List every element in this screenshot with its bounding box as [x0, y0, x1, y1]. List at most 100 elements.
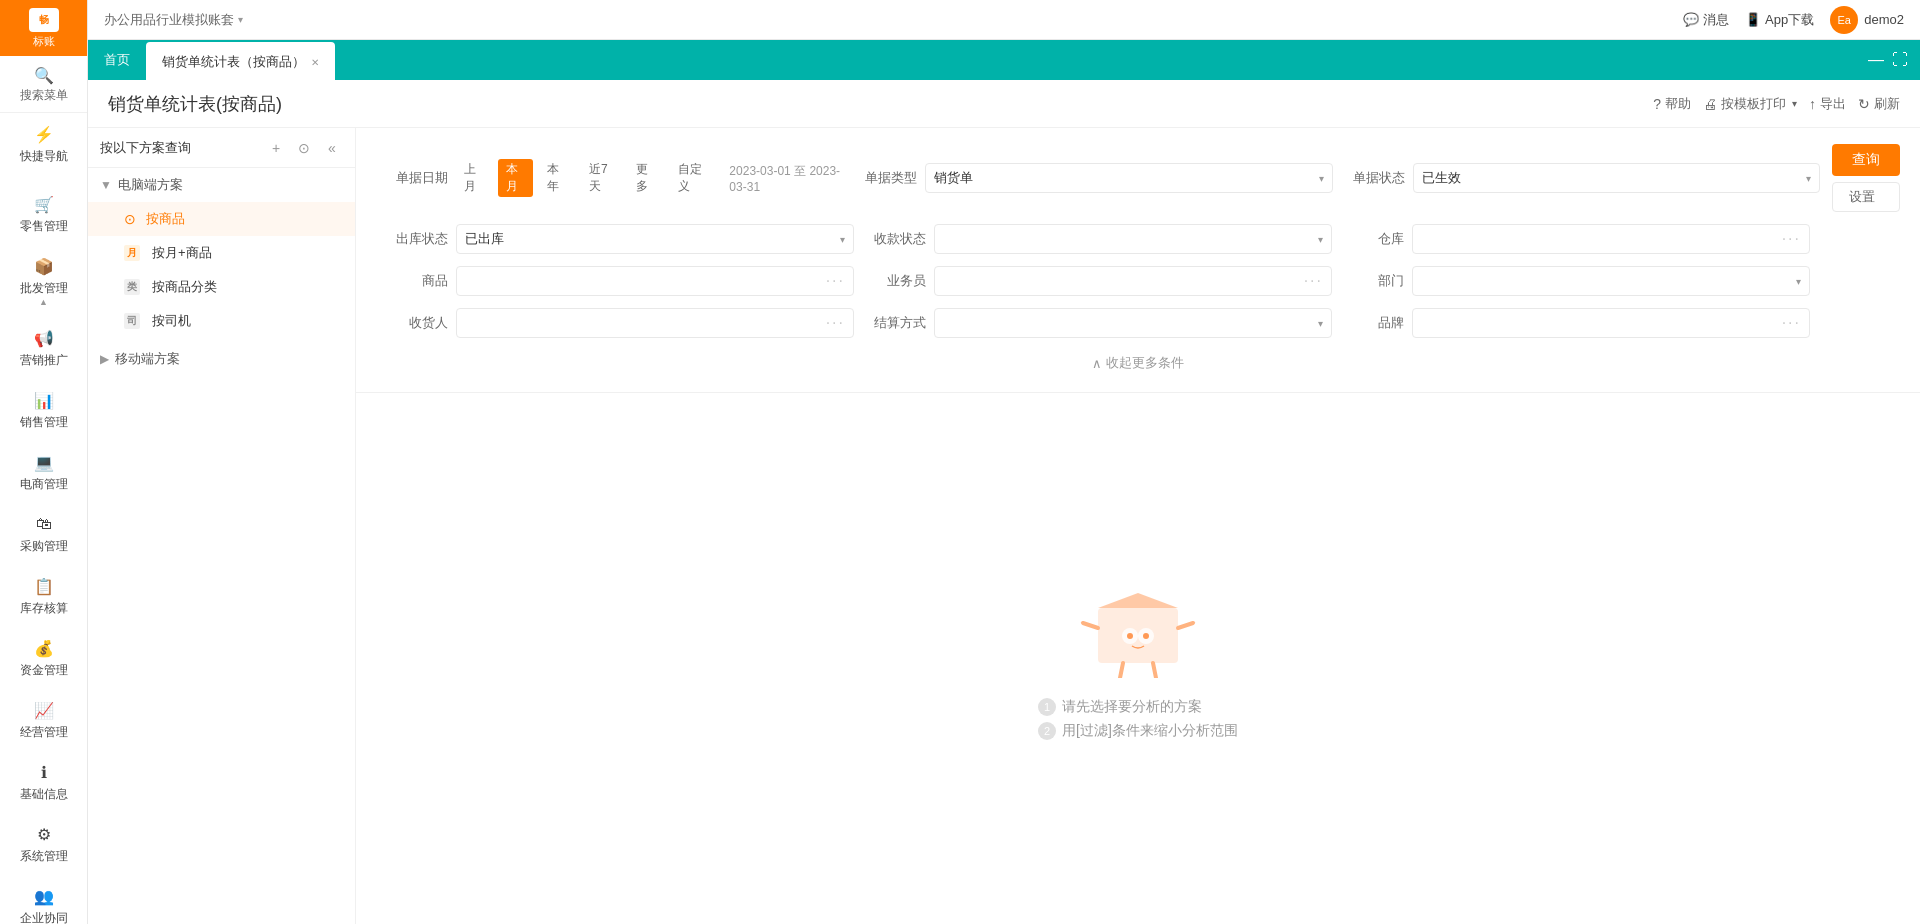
- sidebar-item-marketing[interactable]: 📢 营销推广: [0, 317, 87, 379]
- sidebar-item-label: 库存核算: [20, 600, 68, 617]
- salesperson-select[interactable]: ···: [934, 266, 1332, 296]
- sidebar-item-quick-nav[interactable]: ⚡ 快捷导航: [0, 113, 87, 175]
- date-tab-more[interactable]: 更多: [628, 159, 664, 197]
- tab-close-button[interactable]: ✕: [311, 57, 319, 68]
- print-button[interactable]: 🖨 按模板打印 ▾: [1703, 95, 1797, 113]
- filter-area: 单据日期 上月 本月 本年 近7天 更多 自定义 2023-03-01 至 20…: [356, 128, 1920, 393]
- out-status-label: 出库状态: [376, 230, 456, 248]
- date-tab-custom[interactable]: 自定义: [670, 159, 716, 197]
- receiver-dots: ···: [826, 314, 845, 332]
- sidebar-search-section[interactable]: 🔍 搜索菜单: [0, 56, 87, 113]
- collapse-button[interactable]: ∧ 收起更多条件: [1092, 354, 1184, 372]
- tree-group-mobile[interactable]: ▶ 移动端方案: [88, 342, 355, 376]
- action-buttons: 查询 设置: [1832, 144, 1900, 212]
- query-button[interactable]: 查询: [1832, 144, 1900, 176]
- sidebar-item-corp[interactable]: 👥 企业协同: [0, 875, 87, 924]
- receive-status-label: 收款状态: [854, 230, 934, 248]
- svg-point-4: [1143, 633, 1149, 639]
- sidebar-item-wholesale[interactable]: 📦 批发管理 ▲: [0, 245, 87, 317]
- tree-child-icon-category: 类: [124, 279, 140, 295]
- minimize-button[interactable]: —: [1868, 51, 1884, 69]
- app-selector-chevron: ▾: [238, 14, 243, 25]
- export-button[interactable]: ↑ 导出: [1809, 95, 1846, 113]
- ecommerce-icon: 💻: [33, 451, 55, 473]
- doc-status-chevron: ▾: [1806, 173, 1811, 184]
- sidebar-item-sales[interactable]: 📊 销售管理: [0, 379, 87, 441]
- tree-item-label: 按商品: [146, 210, 185, 228]
- date-tab-last-month[interactable]: 上月: [456, 159, 492, 197]
- tree-child-icon-printer: 司: [124, 313, 140, 329]
- product-select[interactable]: ···: [456, 266, 854, 296]
- brand-select[interactable]: ···: [1412, 308, 1810, 338]
- sidebar-item-system[interactable]: ⚙ 系统管理: [0, 813, 87, 875]
- sidebar-item-label: 零售管理: [20, 218, 68, 235]
- date-range-display: 2023-03-01 至 2023-03-31: [729, 163, 845, 194]
- app-download-button[interactable]: 📱 App下载: [1745, 11, 1814, 29]
- sidebar-item-retail[interactable]: 🛒 零售管理: [0, 183, 87, 245]
- empty-text: 1 请先选择要分析的方案 2 用[过滤]条件来缩小分析范围: [1038, 698, 1238, 740]
- tree-item-by-category[interactable]: 类 按商品分类: [88, 270, 355, 304]
- operation-icon: 📈: [33, 699, 55, 721]
- user-avatar: Ea: [1830, 6, 1858, 34]
- sidebar-item-operation[interactable]: 📈 经营管理: [0, 689, 87, 751]
- date-filter-label: 单据日期: [376, 169, 456, 187]
- doc-type-select[interactable]: 销货单 ▾: [925, 163, 1332, 193]
- sidebar-item-label: 批发管理: [20, 280, 68, 297]
- user-initials: Ea: [1838, 14, 1851, 26]
- maximize-button[interactable]: ⛶: [1892, 51, 1908, 69]
- payment-method-select[interactable]: ▾: [934, 308, 1332, 338]
- sidebar-item-label: 快捷导航: [20, 148, 68, 165]
- panel-header-label: 按以下方案查询: [100, 139, 191, 157]
- tree-item-by-month-product[interactable]: 月 按月+商品: [88, 236, 355, 270]
- date-tab-this-month[interactable]: 本月: [498, 159, 534, 197]
- brand-label: 品牌: [1332, 314, 1412, 332]
- message-icon: 💬: [1683, 12, 1699, 27]
- user-profile[interactable]: Ea demo2: [1830, 6, 1904, 34]
- sidebar-item-purchase[interactable]: 🛍 采购管理: [0, 503, 87, 565]
- empty-hint-2: 2 用[过滤]条件来缩小分析范围: [1038, 722, 1238, 740]
- brand-dots: ···: [1782, 314, 1801, 332]
- doc-type-value: 销货单: [934, 169, 973, 187]
- empty-illustration: [1078, 578, 1198, 678]
- receive-status-select[interactable]: ▾: [934, 224, 1332, 254]
- export-icon: ↑: [1809, 96, 1816, 112]
- collapse-panel-button[interactable]: «: [321, 137, 343, 159]
- sidebar-item-basic[interactable]: ℹ 基础信息: [0, 751, 87, 813]
- tab-report[interactable]: 销货单统计表（按商品） ✕: [146, 42, 335, 82]
- tree-item-by-printer[interactable]: 司 按司机: [88, 304, 355, 338]
- settings-button[interactable]: 设置: [1832, 182, 1900, 212]
- date-tab-last-7-days[interactable]: 近7天: [581, 159, 622, 197]
- svg-rect-0: [1098, 608, 1178, 663]
- receiver-select[interactable]: ···: [456, 308, 854, 338]
- tree-group-desktop[interactable]: ▼ 电脑端方案: [88, 168, 355, 202]
- help-button[interactable]: ? 帮助: [1653, 95, 1691, 113]
- tree-item-by-product[interactable]: ⊙ 按商品: [88, 202, 355, 236]
- top-header: 办公用品行业模拟账套 ▾ 💬 消息 📱 App下载 Ea demo2: [88, 0, 1920, 40]
- tab-home[interactable]: 首页: [88, 40, 146, 80]
- hint-number-1: 1: [1038, 698, 1056, 716]
- sidebar-item-label: 营销推广: [20, 352, 68, 369]
- sidebar-item-inventory[interactable]: 📋 库存核算: [0, 565, 87, 627]
- add-scheme-button[interactable]: +: [265, 137, 287, 159]
- payment-method-label: 结算方式: [854, 314, 934, 332]
- warehouse-select[interactable]: ···: [1412, 224, 1810, 254]
- app-download-icon: 📱: [1745, 12, 1761, 27]
- tab-home-label: 首页: [104, 51, 130, 69]
- sidebar-item-label: 系统管理: [20, 848, 68, 865]
- refresh-button[interactable]: ↻ 刷新: [1858, 95, 1900, 113]
- department-select[interactable]: ▾: [1412, 266, 1810, 296]
- sidebar-item-finance[interactable]: 💰 资金管理: [0, 627, 87, 689]
- date-tab-this-year[interactable]: 本年: [539, 159, 575, 197]
- settings-scheme-button[interactable]: ⊙: [293, 137, 315, 159]
- app-selector[interactable]: 办公用品行业模拟账套 ▾: [104, 11, 243, 29]
- doc-status-select[interactable]: 已生效 ▾: [1413, 163, 1820, 193]
- print-label: 按模板打印: [1721, 95, 1786, 113]
- sidebar-item-ecommerce[interactable]: 💻 电商管理: [0, 441, 87, 503]
- out-status-chevron: ▾: [840, 234, 845, 245]
- out-status-select[interactable]: 已出库 ▾: [456, 224, 854, 254]
- message-button[interactable]: 💬 消息: [1683, 11, 1729, 29]
- empty-hint-1: 1 请先选择要分析的方案: [1038, 698, 1238, 716]
- inventory-icon: 📋: [33, 575, 55, 597]
- svg-point-3: [1127, 633, 1133, 639]
- department-chevron: ▾: [1796, 276, 1801, 287]
